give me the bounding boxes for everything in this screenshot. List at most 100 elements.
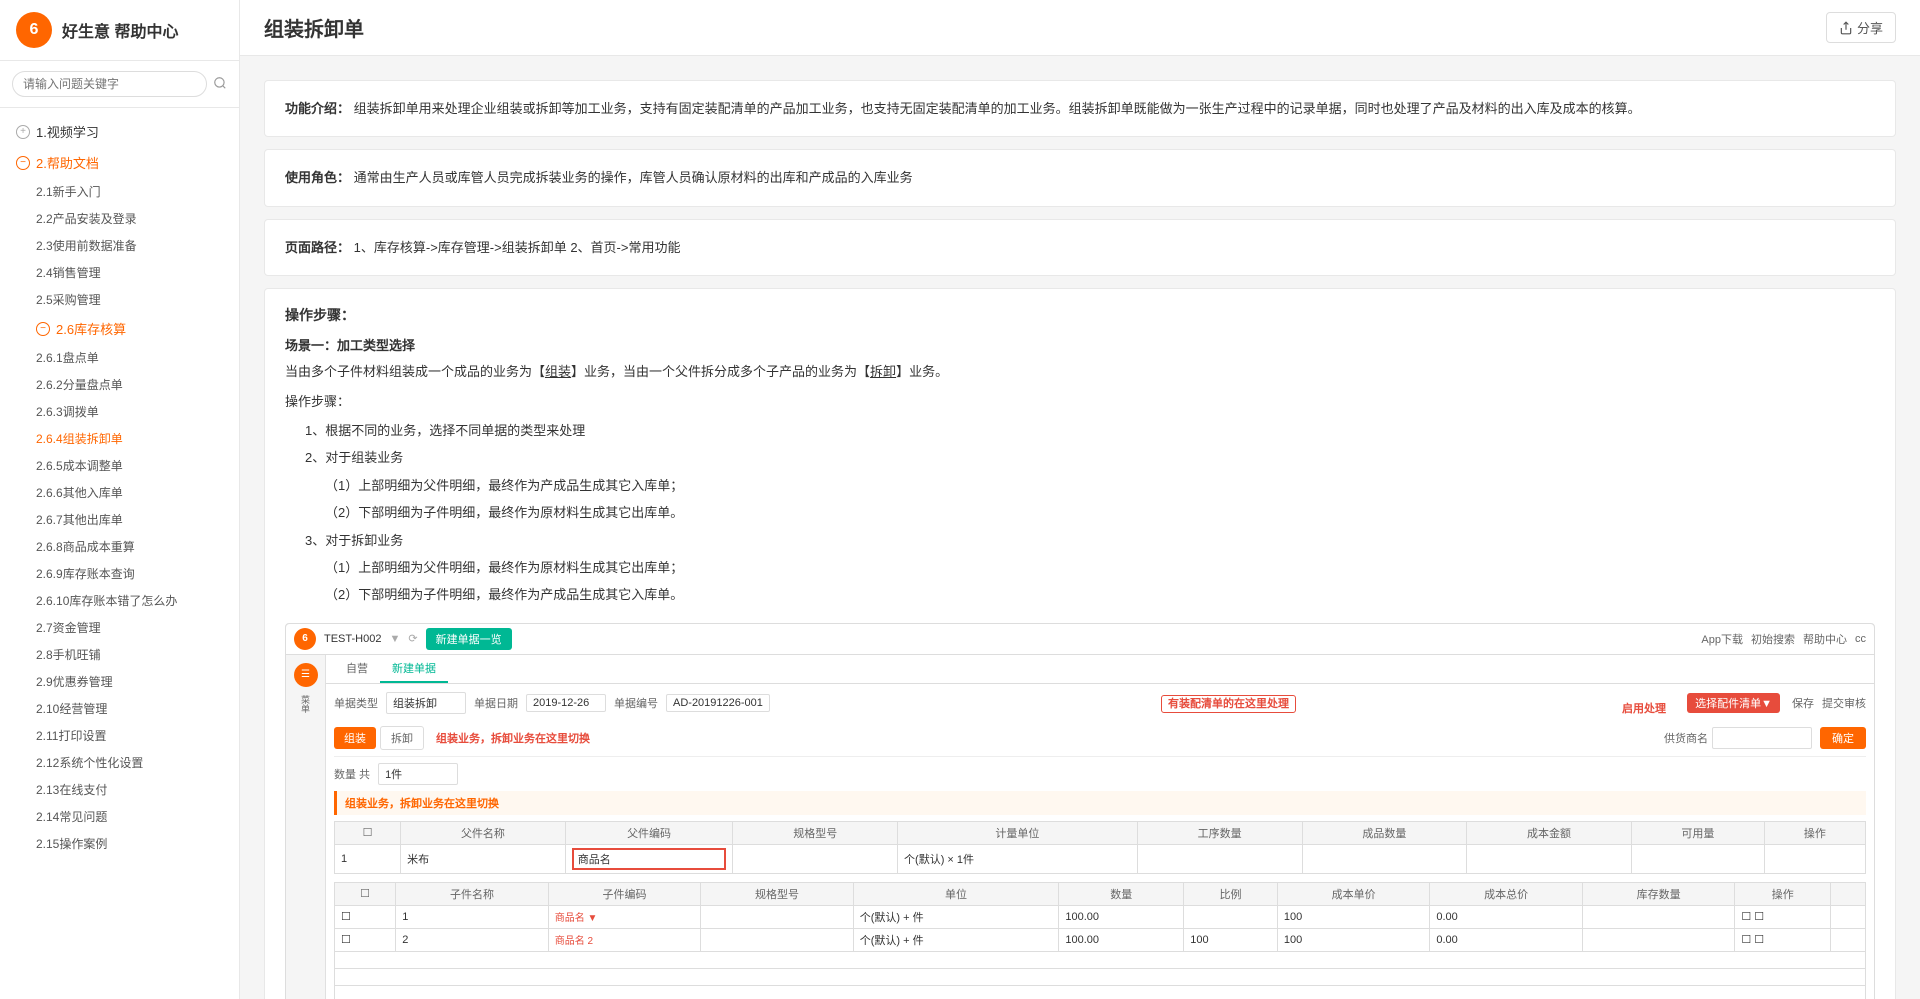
share-label: 分享 bbox=[1857, 18, 1883, 37]
sidebar-item-stocktake[interactable]: 2.6.1盘点单 bbox=[0, 344, 239, 371]
ss-type-label: 单据类型 bbox=[334, 695, 378, 711]
ss-td-name: 米布 bbox=[401, 844, 566, 873]
path-card: 页面路径： 1、库存核算->库存管理->组装拆卸单 2、首页->常用功能 bbox=[264, 219, 1896, 276]
intro-label: 功能介绍： bbox=[285, 101, 350, 116]
ss-l-col-code: 子件编码 bbox=[548, 882, 701, 905]
sidebar-item-inventory-label: 2.6库存核算 bbox=[56, 319, 126, 338]
sidebar-item-custom[interactable]: 2.12系统个性化设置 bbox=[0, 749, 239, 776]
ss-supplier-label: 供货商名 bbox=[1664, 730, 1708, 746]
ss-menu-label: 菜单 bbox=[299, 695, 312, 713]
sidebar-item-docs-label: 2.帮助文档 bbox=[36, 153, 99, 172]
ss-sync-icon: ⟳ bbox=[408, 632, 417, 645]
screenshot: 6 TEST-H002 ▼ ⟳ 新建单据一览 App下载 初始搜索 帮助中心 c… bbox=[286, 624, 1874, 999]
sidebar-item-other-out[interactable]: 2.6.7其他出库单 bbox=[0, 506, 239, 533]
sidebar-item-mobile[interactable]: 2.8手机旺铺 bbox=[0, 641, 239, 668]
screenshot-container: 6 TEST-H002 ▼ ⟳ 新建单据一览 App下载 初始搜索 帮助中心 c… bbox=[285, 623, 1875, 999]
ss-no-val: AD-20191226-001 bbox=[666, 694, 770, 712]
path-text: 1、库存核算->库存管理->组装拆卸单 2、首页->常用功能 bbox=[354, 240, 681, 255]
ss-l-col-name: 子件名称 bbox=[396, 882, 549, 905]
ss-td-avail bbox=[1631, 844, 1764, 873]
intro-text: 组装拆卸单用来处理企业组装或拆卸等加工业务，支持有固定装配清单的产品加工业务，也… bbox=[354, 101, 1641, 116]
page-title: 组装拆卸单 bbox=[264, 13, 364, 42]
steps-section: 操作步骤： 场景一：加工类型选择 当由多个子件材料组装成一个成品的业务为【组装】… bbox=[264, 288, 1896, 999]
ss-col-qty-plan: 工序数量 bbox=[1137, 821, 1302, 844]
ss-assembly-btn[interactable]: 组装 bbox=[334, 727, 376, 749]
ss-l-col-op: 操作 bbox=[1735, 882, 1831, 905]
ss-lower-row-5 bbox=[335, 985, 1866, 999]
ss-annotation3: 启用处理 bbox=[1622, 700, 1666, 716]
ss-col-cost: 成本金额 bbox=[1467, 821, 1632, 844]
ss-confirm-btn[interactable]: 确定 bbox=[1820, 727, 1866, 749]
sidebar-item-adjust[interactable]: 2.6.3调拨单 bbox=[0, 398, 239, 425]
ss-type-val[interactable]: 组装拆卸 bbox=[386, 692, 466, 714]
ss-l-col-ratio: 比例 bbox=[1184, 882, 1278, 905]
ss-l-col-extra bbox=[1831, 882, 1866, 905]
sidebar-item-print[interactable]: 2.11打印设置 bbox=[0, 722, 239, 749]
sidebar-item-docs[interactable]: − 2.帮助文档 bbox=[0, 147, 239, 178]
ss-lower-row-2: ☐ 2 商品名 2 个(默认) + 件 100.00 100 bbox=[335, 928, 1866, 951]
minus-icon-inventory: − bbox=[36, 322, 50, 336]
sidebar-item-operation[interactable]: 2.10经营管理 bbox=[0, 695, 239, 722]
ss-td-op bbox=[1764, 844, 1865, 873]
sidebar-item-stock-query[interactable]: 2.6.9库存账本查询 bbox=[0, 560, 239, 587]
sidebar-item-sales[interactable]: 2.4销售管理 bbox=[0, 259, 239, 286]
ss-left-icons: ☰ 菜单 bbox=[286, 655, 326, 999]
sidebar-item-assembly[interactable]: 2.6.4组装拆卸单 bbox=[0, 425, 239, 452]
ss-td-qty-actual bbox=[1302, 844, 1467, 873]
step3-2: （2）下部明细为子件明细，最终作为产成品生成其它入库单。 bbox=[325, 583, 1875, 606]
ss-disassembly-btn[interactable]: 拆卸 bbox=[380, 726, 424, 750]
sidebar-item-purchase[interactable]: 2.5采购管理 bbox=[0, 286, 239, 313]
sidebar-item-stock-error[interactable]: 2.6.10库存账本错了怎么办 bbox=[0, 587, 239, 614]
sidebar-item-partial-stock[interactable]: 2.6.2分量盘点单 bbox=[0, 371, 239, 398]
sidebar-item-video[interactable]: + 1.视频学习 bbox=[0, 116, 239, 147]
ss-l-col-stock: 库存数量 bbox=[1582, 882, 1735, 905]
ss-l-col-cost-u: 成本单价 bbox=[1277, 882, 1430, 905]
sidebar-item-online-pay[interactable]: 2.13在线支付 bbox=[0, 776, 239, 803]
sidebar-item-install[interactable]: 2.2产品安装及登录 bbox=[0, 205, 239, 232]
ss-tab-self[interactable]: 自营 bbox=[334, 655, 380, 683]
ss-col-qty-actual: 成品数量 bbox=[1302, 821, 1467, 844]
ss-form-body: 单据类型 组装拆卸 单据日期 2019-12-26 单据编号 AD-201912… bbox=[326, 684, 1874, 999]
sidebar-item-newcomer[interactable]: 2.1新手入门 bbox=[0, 178, 239, 205]
ss-save-label: 保存 bbox=[1792, 695, 1814, 711]
nav-tree: + 1.视频学习 − 2.帮助文档 2.1新手入门 2.2产品安装及登录 2.3… bbox=[0, 108, 239, 999]
step2: 2、对于组装业务 bbox=[305, 446, 1875, 469]
sidebar-item-faq[interactable]: 2.14常见问题 bbox=[0, 803, 239, 830]
step2-1: （1）上部明细为父件明细，最终作为产成品生成其它入库单； bbox=[325, 474, 1875, 497]
step1: 1、根据不同的业务，选择不同单据的类型来处理 bbox=[305, 419, 1875, 442]
ss-lower-section: ☐ 子件名称 子件编码 规格型号 单位 数量 比例 bbox=[334, 882, 1866, 999]
ss-tenant: TEST-H002 bbox=[324, 633, 381, 645]
steps-label: 操作步骤： bbox=[285, 390, 1875, 413]
plus-icon: + bbox=[16, 125, 30, 139]
ss-l-col-spec: 规格型号 bbox=[701, 882, 854, 905]
ss-lower-row-4 bbox=[335, 968, 1866, 985]
ss-new-btn[interactable]: 新建单据一览 bbox=[426, 628, 512, 650]
logo-icon: 6 bbox=[16, 12, 52, 48]
ss-highlight-cell: 商品名 bbox=[572, 848, 727, 870]
sidebar-item-cases[interactable]: 2.15操作案例 bbox=[0, 830, 239, 857]
search-input[interactable] bbox=[12, 71, 207, 97]
ss-menu-icon: ☰ bbox=[294, 663, 318, 687]
sidebar-item-inventory[interactable]: − 2.6库存核算 bbox=[0, 313, 239, 344]
ss-td-qty-plan bbox=[1137, 844, 1302, 873]
sidebar-item-cost-recalc[interactable]: 2.6.8商品成本重算 bbox=[0, 533, 239, 560]
search-icon[interactable] bbox=[213, 76, 227, 93]
ss-qty-label: 数量 共 bbox=[334, 766, 370, 782]
sidebar-item-cost-adjust[interactable]: 2.6.5成本调整单 bbox=[0, 452, 239, 479]
scene1-desc: 当由多个子件材料组装成一个成品的业务为【组装】业务，当由一个父件拆分成多个子产品… bbox=[285, 360, 1875, 383]
sidebar-item-other-in[interactable]: 2.6.6其他入库单 bbox=[0, 479, 239, 506]
ss-col-sku: 父件编码 bbox=[565, 821, 733, 844]
ss-form-inner: 单据类型 组装拆卸 单据日期 2019-12-26 单据编号 AD-201912… bbox=[334, 692, 1866, 999]
ss-nav: App下载 初始搜索 帮助中心 cc bbox=[1701, 631, 1866, 647]
ss-submit-label: 提交审核 bbox=[1822, 695, 1866, 711]
sidebar-item-coupon[interactable]: 2.9优惠券管理 bbox=[0, 668, 239, 695]
ss-supplier-input[interactable] bbox=[1712, 727, 1812, 749]
sidebar-item-data-prep[interactable]: 2.3使用前数据准备 bbox=[0, 232, 239, 259]
sidebar-item-finance[interactable]: 2.7资金管理 bbox=[0, 614, 239, 641]
ss-select-bom-btn[interactable]: 选择配件清单▼ bbox=[1687, 693, 1780, 713]
ss-tab-new[interactable]: 新建单据 bbox=[380, 655, 448, 683]
main-content: 功能介绍： 组装拆卸单用来处理企业组装或拆卸等加工业务，支持有固定装配清单的产品… bbox=[240, 56, 1920, 999]
ss-right-actions: 供货商名 确定 bbox=[1664, 727, 1866, 749]
share-button[interactable]: 分享 bbox=[1826, 12, 1896, 43]
ss-qty-val: 1件 bbox=[378, 763, 458, 785]
